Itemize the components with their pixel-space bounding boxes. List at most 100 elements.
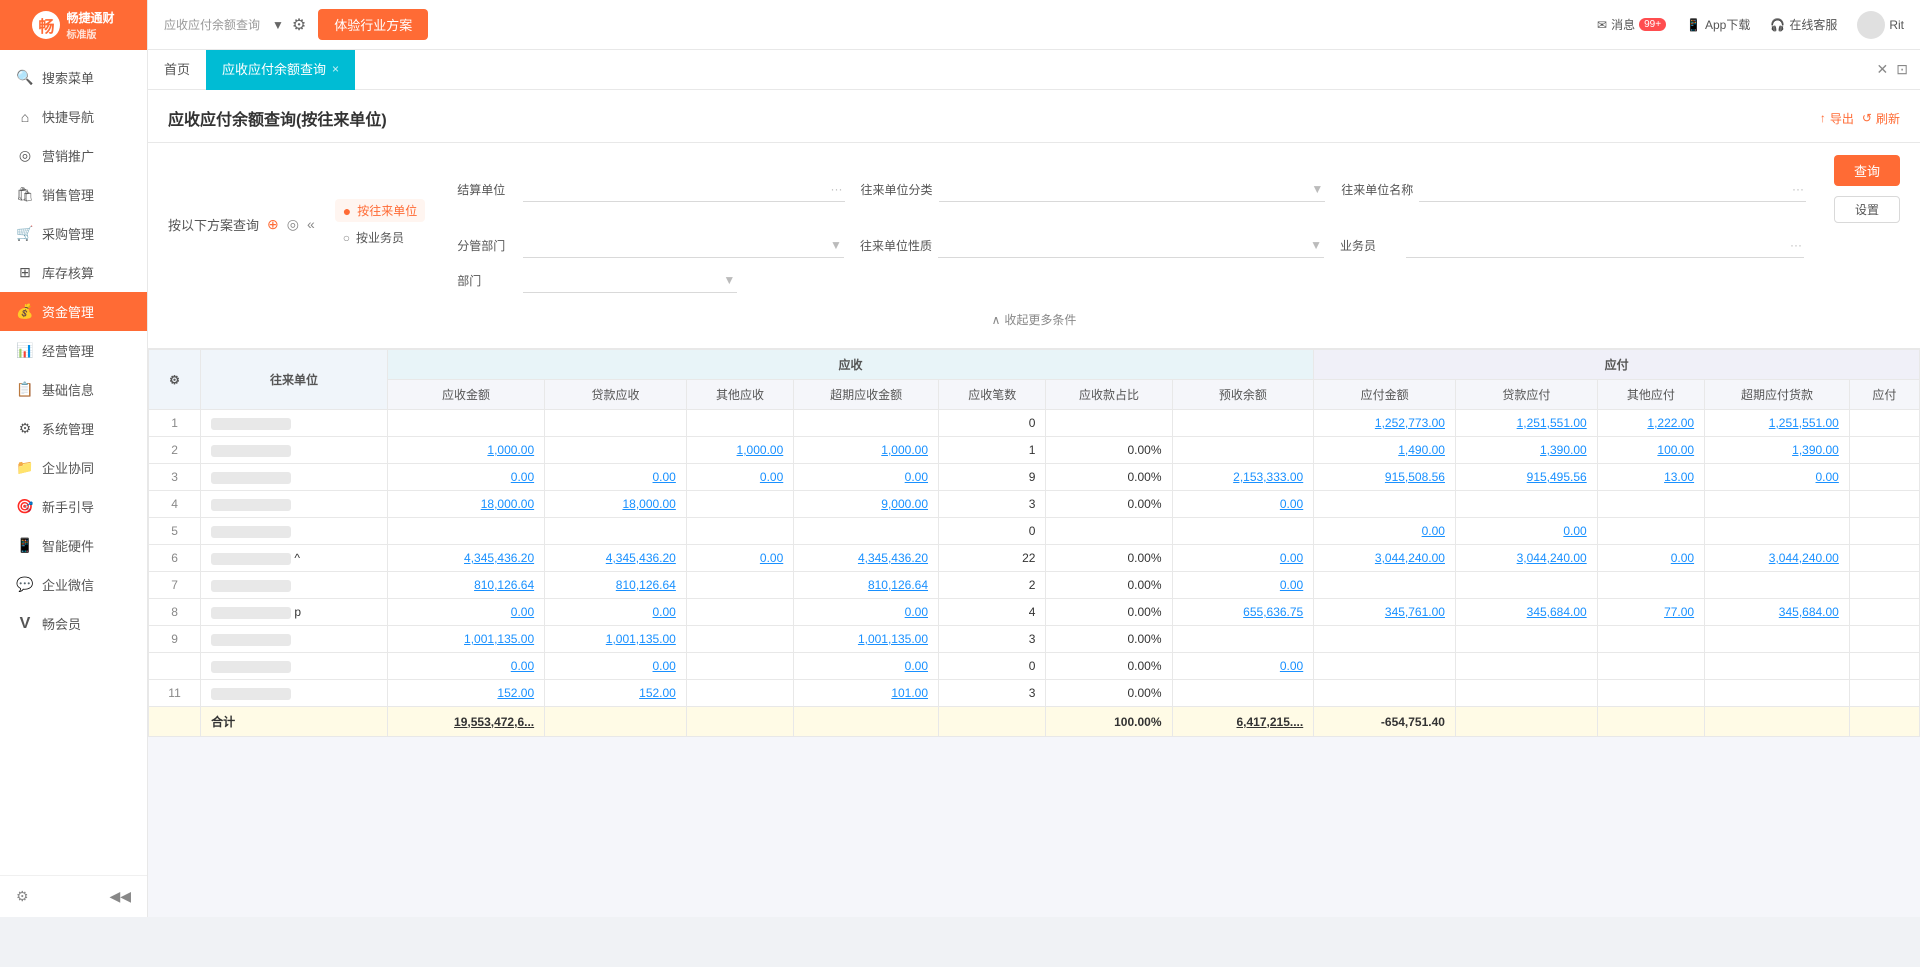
cell-ar_prepaid[interactable]: 0.00 <box>1172 572 1314 599</box>
cell-ar_prepaid[interactable]: 655,636.75 <box>1172 599 1314 626</box>
cell-ap_other[interactable]: 0.00 <box>1597 545 1704 572</box>
cell-ar_overdue[interactable]: 1,000.00 <box>794 437 939 464</box>
sidebar-settings-icon[interactable]: ⚙ <box>16 888 29 905</box>
settings-button[interactable]: 设置 <box>1834 196 1900 223</box>
cell-ar_loan[interactable]: 0.00 <box>545 464 687 491</box>
cell-ar_overdue[interactable]: 0.00 <box>794 599 939 626</box>
app-download-btn[interactable]: 📱 App下载 <box>1686 16 1750 33</box>
partner-name-value[interactable] <box>1421 181 1792 197</box>
cell-ar_prepaid[interactable]: 0.00 <box>1172 491 1314 518</box>
collapse-btn[interactable]: ∧ 收起更多条件 <box>992 311 1077 328</box>
dots-2-icon[interactable]: ··· <box>1792 182 1804 196</box>
cell-ap_other[interactable]: 77.00 <box>1597 599 1704 626</box>
cell-ap_loan[interactable]: 1,390.00 <box>1455 437 1597 464</box>
total-ar-prepaid[interactable]: 6,417,215.... <box>1172 707 1314 737</box>
cell-ar_amount[interactable]: 0.00 <box>387 653 544 680</box>
cell-ap_amount[interactable]: 345,761.00 <box>1314 599 1456 626</box>
tab-close-icon[interactable]: × <box>332 62 339 76</box>
sidebar-item-marketing[interactable]: ◎ 营销推广 <box>0 136 147 175</box>
cell-ar_prepaid[interactable]: 0.00 <box>1172 653 1314 680</box>
sidebar-item-quick-nav[interactable]: ⌂ 快捷导航 <box>0 97 147 136</box>
sidebar-item-purchase[interactable]: 🛒 采购管理 <box>0 214 147 253</box>
sidebar-item-search-menu[interactable]: 🔍 搜索菜单 <box>0 58 147 97</box>
cell-ap_amount[interactable]: 0.00 <box>1314 518 1456 545</box>
cell-ap_amount[interactable]: 1,252,773.00 <box>1314 410 1456 437</box>
total-ar-amount[interactable]: 19,553,472,6... <box>387 707 544 737</box>
cell-ap_overdue[interactable]: 1,390.00 <box>1705 437 1850 464</box>
filter-target-icon[interactable]: ◎ <box>287 216 299 233</box>
cell-ap_overdue[interactable]: 345,684.00 <box>1705 599 1850 626</box>
sidebar-item-sales[interactable]: 🛍 销售管理 <box>0 175 147 214</box>
tab-maximize-icon[interactable]: ⊡ <box>1896 61 1908 78</box>
filter-by-salesperson[interactable]: ○ 按业务员 <box>335 226 425 249</box>
tab-close-window-icon[interactable]: ✕ <box>1877 61 1889 78</box>
cell-ap_loan[interactable]: 345,684.00 <box>1455 599 1597 626</box>
cell-ar_amount[interactable]: 152.00 <box>387 680 544 707</box>
cell-ar_loan[interactable]: 1,001,135.00 <box>545 626 687 653</box>
dots-3-icon[interactable]: ··· <box>1790 238 1802 252</box>
filter-by-partner[interactable]: ● 按往来单位 <box>335 199 425 222</box>
industry-btn[interactable]: 体验行业方案 <box>318 9 428 40</box>
sidebar-item-guide[interactable]: 🎯 新手引导 <box>0 487 147 526</box>
cell-ar_loan[interactable]: 152.00 <box>545 680 687 707</box>
cell-ap_loan[interactable]: 915,495.56 <box>1455 464 1597 491</box>
sidebar-item-collab[interactable]: 📁 企业协同 <box>0 448 147 487</box>
cell-ap_amount[interactable]: 915,508.56 <box>1314 464 1456 491</box>
query-button[interactable]: 查询 <box>1834 155 1900 186</box>
sidebar-item-member[interactable]: V 畅会员 <box>0 604 147 643</box>
settings-col[interactable]: ⚙ <box>149 350 201 410</box>
cell-ar_other[interactable]: 0.00 <box>686 545 793 572</box>
cell-ar_loan[interactable]: 0.00 <box>545 599 687 626</box>
filter-add-btn[interactable]: ⊕ <box>267 216 279 233</box>
cell-ar_overdue[interactable]: 9,000.00 <box>794 491 939 518</box>
cell-ap_loan[interactable]: 1,251,551.00 <box>1455 410 1597 437</box>
salesperson-value[interactable] <box>1408 237 1790 253</box>
tab-home[interactable]: 首页 <box>148 50 206 90</box>
cell-ar_prepaid[interactable]: 0.00 <box>1172 545 1314 572</box>
sidebar-item-smart-hw[interactable]: 📱 智能硬件 <box>0 526 147 565</box>
cell-ap_other[interactable]: 100.00 <box>1597 437 1704 464</box>
table-settings-icon[interactable]: ⚙ <box>169 373 180 387</box>
dots-icon[interactable]: ··· <box>831 182 843 196</box>
cell-ar_overdue[interactable]: 4,345,436.20 <box>794 545 939 572</box>
cell-ap_overdue[interactable]: 3,044,240.00 <box>1705 545 1850 572</box>
settlement-unit-value[interactable] <box>525 181 830 197</box>
cell-ap_overdue[interactable]: 0.00 <box>1705 464 1850 491</box>
refresh-btn[interactable]: ↺ 刷新 <box>1862 110 1900 127</box>
service-btn[interactable]: 🎧 在线客服 <box>1770 16 1837 33</box>
tab-ar-ap[interactable]: 应收应付余额查询 × <box>206 50 355 90</box>
cell-ar_overdue[interactable]: 101.00 <box>794 680 939 707</box>
cell-ap_other[interactable]: 13.00 <box>1597 464 1704 491</box>
department-value[interactable] <box>525 272 723 288</box>
sidebar-item-basic[interactable]: 📋 基础信息 <box>0 370 147 409</box>
cell-ar_loan[interactable]: 810,126.64 <box>545 572 687 599</box>
cell-ar_amount[interactable]: 0.00 <box>387 599 544 626</box>
cell-ar_overdue[interactable]: 0.00 <box>794 464 939 491</box>
user-area[interactable]: Rit <box>1857 11 1904 39</box>
cell-ar_loan[interactable]: 0.00 <box>545 653 687 680</box>
cell-ar_other[interactable]: 0.00 <box>686 464 793 491</box>
cell-ar_amount[interactable]: 4,345,436.20 <box>387 545 544 572</box>
cell-ap_amount[interactable]: 3,044,240.00 <box>1314 545 1456 572</box>
branch-dept-value[interactable] <box>525 237 830 253</box>
export-btn[interactable]: ↑ 导出 <box>1820 110 1854 127</box>
cell-ar_amount[interactable]: 810,126.64 <box>387 572 544 599</box>
partner-category-value[interactable] <box>941 181 1312 197</box>
cell-ar_loan[interactable]: 18,000.00 <box>545 491 687 518</box>
cell-ar_overdue[interactable]: 0.00 <box>794 653 939 680</box>
sidebar-item-ops[interactable]: 📊 经营管理 <box>0 331 147 370</box>
sidebar-item-wechat[interactable]: 💬 企业微信 <box>0 565 147 604</box>
cell-ar_prepaid[interactable]: 2,153,333.00 <box>1172 464 1314 491</box>
cell-ar_overdue[interactable]: 1,001,135.00 <box>794 626 939 653</box>
cell-ar_amount[interactable]: 18,000.00 <box>387 491 544 518</box>
cell-ar_overdue[interactable]: 810,126.64 <box>794 572 939 599</box>
sidebar-item-system[interactable]: ⚙ 系统管理 <box>0 409 147 448</box>
cell-ap_other[interactable]: 1,222.00 <box>1597 410 1704 437</box>
message-btn[interactable]: ✉ 消息 99+ <box>1597 16 1666 33</box>
cell-ap_amount[interactable]: 1,490.00 <box>1314 437 1456 464</box>
sidebar-item-finance[interactable]: 💰 资金管理 <box>0 292 147 331</box>
cell-ap_overdue[interactable]: 1,251,551.00 <box>1705 410 1850 437</box>
cell-ap_loan[interactable]: 0.00 <box>1455 518 1597 545</box>
filter-collapse-icon[interactable]: « <box>307 216 315 232</box>
sidebar-collapse-icon[interactable]: ◀◀ <box>109 888 131 905</box>
